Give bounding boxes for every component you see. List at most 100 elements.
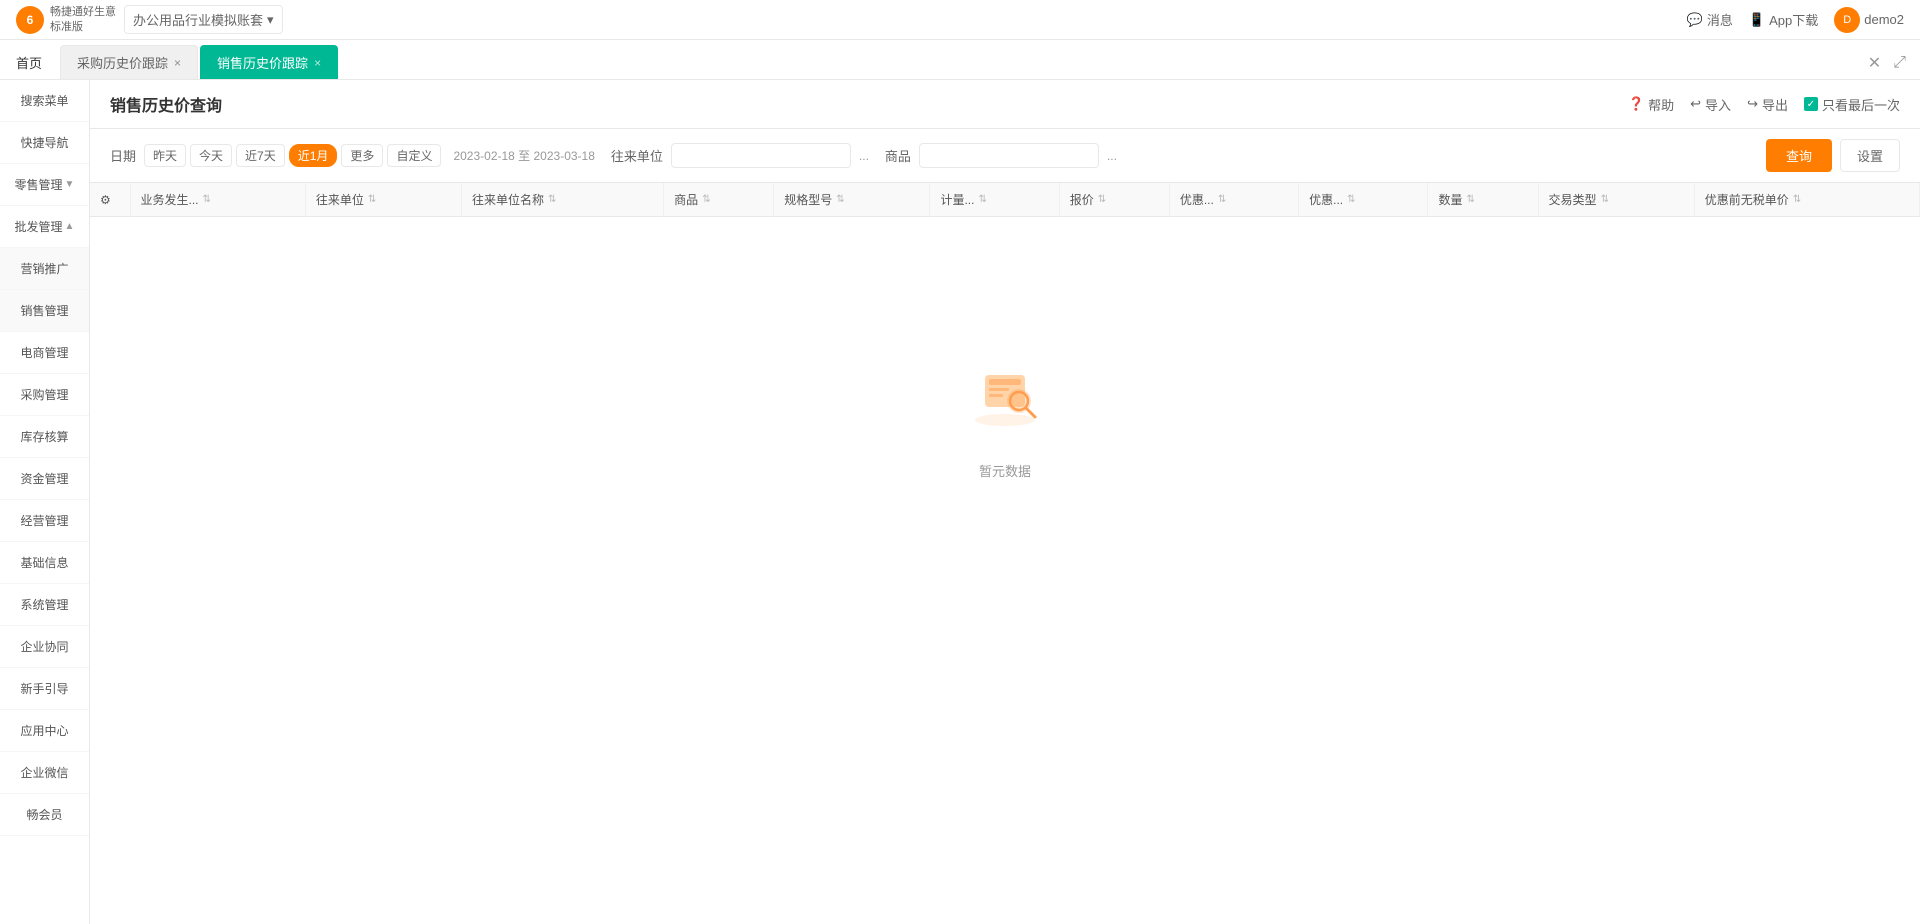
sort-icon-partner-code: ⇅ bbox=[368, 195, 376, 205]
sidebar-item-finance-mgmt[interactable]: 资金管理 bbox=[0, 458, 89, 500]
help-button[interactable]: ❓ 帮助 bbox=[1628, 95, 1674, 114]
data-table: ⚙ 业务发生... ⇅ 往来单位 ⇅ bbox=[90, 183, 1920, 217]
import-button[interactable]: ↩ 导入 bbox=[1690, 95, 1731, 114]
help-icon: ❓ bbox=[1628, 96, 1644, 112]
partner-input-group: ... bbox=[671, 143, 869, 168]
sidebar-item-operation-mgmt[interactable]: 经营管理 bbox=[0, 500, 89, 542]
export-icon: ↪ bbox=[1747, 96, 1758, 112]
message-icon: 💬 bbox=[1687, 12, 1703, 28]
sort-icon-discount2: ⇅ bbox=[1347, 195, 1355, 205]
date-btn-custom[interactable]: 自定义 bbox=[387, 144, 441, 167]
empty-illustration bbox=[965, 355, 1045, 435]
top-bar: 6 畅捷通好生意 标准版 办公用品行业模拟账套 ▾ 💬 消息 📱 App下载 D… bbox=[0, 0, 1920, 40]
table-header-biz-date[interactable]: 业务发生... ⇅ bbox=[130, 183, 305, 217]
sort-icon-spec: ⇅ bbox=[836, 195, 844, 205]
empty-icon bbox=[965, 355, 1045, 449]
tab-close-all-button[interactable]: ✕ bbox=[1866, 51, 1883, 75]
only-last-checkbox-label[interactable]: ✓ 只看最后一次 bbox=[1804, 95, 1900, 114]
sidebar-item-enterprise[interactable]: 企业协同 bbox=[0, 626, 89, 668]
table-header-discount2[interactable]: 优惠... ⇅ bbox=[1299, 183, 1428, 217]
table-header-gear[interactable]: ⚙ bbox=[90, 183, 130, 217]
sidebar-item-membership[interactable]: 畅会员 bbox=[0, 794, 89, 836]
partner-dots-button[interactable]: ... bbox=[859, 149, 869, 163]
only-last-checkbox[interactable]: ✓ bbox=[1804, 97, 1818, 111]
table-header-quote[interactable]: 报价 ⇅ bbox=[1059, 183, 1169, 217]
top-bar-right: 💬 消息 📱 App下载 D demo2 bbox=[1687, 7, 1904, 33]
sort-icon-product: ⇅ bbox=[702, 195, 710, 205]
sidebar: 搜索菜单 快捷导航 零售管理 ▼ 批发管理 ▲ 营销推广 销售管理 电商管理 采… bbox=[0, 80, 90, 924]
date-btn-today[interactable]: 今天 bbox=[190, 144, 232, 167]
table-header-pretax-price[interactable]: 优惠前无税单价 ⇅ bbox=[1694, 183, 1919, 217]
table-header-trade-type[interactable]: 交易类型 ⇅ bbox=[1538, 183, 1694, 217]
date-btn-yesterday[interactable]: 昨天 bbox=[144, 144, 186, 167]
logo-area: 6 畅捷通好生意 标准版 bbox=[16, 5, 116, 34]
chevron-down-icon: ▼ bbox=[65, 179, 75, 190]
page-header: 销售历史价查询 ❓ 帮助 ↩ 导入 ↪ 导出 ✓ 只看最后一次 bbox=[90, 80, 1920, 129]
sort-icon-unit: ⇅ bbox=[978, 195, 986, 205]
product-input[interactable] bbox=[919, 143, 1099, 168]
sort-icon-biz-date: ⇅ bbox=[203, 195, 211, 205]
date-btn-more[interactable]: 更多 bbox=[341, 144, 383, 167]
query-button[interactable]: 查询 bbox=[1766, 139, 1832, 172]
empty-state: 暂元数据 bbox=[90, 217, 1920, 617]
app-download-button[interactable]: 📱 App下载 bbox=[1749, 10, 1818, 29]
sidebar-item-ecommerce[interactable]: 电商管理 bbox=[0, 332, 89, 374]
content-area: 销售历史价查询 ❓ 帮助 ↩ 导入 ↪ 导出 ✓ 只看最后一次 bbox=[90, 80, 1920, 924]
product-input-group: ... bbox=[919, 143, 1117, 168]
sidebar-item-quick-nav[interactable]: 快捷导航 bbox=[0, 122, 89, 164]
product-dots-button[interactable]: ... bbox=[1107, 149, 1117, 163]
date-btn-7days[interactable]: 近7天 bbox=[236, 144, 285, 167]
user-menu[interactable]: D demo2 bbox=[1834, 7, 1904, 33]
sidebar-item-sales-mgmt[interactable]: 销售管理 bbox=[0, 290, 89, 332]
table-header-spec[interactable]: 规格型号 ⇅ bbox=[774, 183, 930, 217]
sidebar-item-retail-mgmt[interactable]: 零售管理 ▼ bbox=[0, 164, 89, 206]
sidebar-item-guide[interactable]: 新手引导 bbox=[0, 668, 89, 710]
empty-text: 暂元数据 bbox=[979, 461, 1031, 480]
table-header-discount1[interactable]: 优惠... ⇅ bbox=[1169, 183, 1298, 217]
date-btn-1month[interactable]: 近1月 bbox=[289, 144, 338, 167]
tab-purchase-history[interactable]: 采购历史价跟踪 × bbox=[60, 45, 198, 79]
chevron-up-icon: ▲ bbox=[65, 221, 75, 232]
download-icon: 📱 bbox=[1749, 12, 1765, 28]
product-filter-group: 商品 ... bbox=[885, 143, 1117, 168]
sidebar-item-app-center[interactable]: 应用中心 bbox=[0, 710, 89, 752]
table-header-quantity[interactable]: 数量 ⇅ bbox=[1428, 183, 1538, 217]
table-header-unit[interactable]: 计量... ⇅ bbox=[930, 183, 1059, 217]
tab-close-sales[interactable]: × bbox=[314, 56, 321, 70]
tab-close-purchase[interactable]: × bbox=[174, 56, 181, 70]
sort-icon-trade-type: ⇅ bbox=[1601, 195, 1609, 205]
app-selector[interactable]: 办公用品行业模拟账套 ▾ bbox=[124, 5, 283, 34]
partner-input[interactable] bbox=[671, 143, 851, 168]
filter-bar: 日期 昨天 今天 近7天 近1月 更多 自定义 2023-02-18 至 202… bbox=[90, 129, 1920, 183]
sidebar-item-wholesale-mgmt[interactable]: 批发管理 ▲ bbox=[0, 206, 89, 248]
sort-icon-quantity: ⇅ bbox=[1466, 195, 1474, 205]
sidebar-item-basic-info[interactable]: 基础信息 bbox=[0, 542, 89, 584]
page-header-actions: ❓ 帮助 ↩ 导入 ↪ 导出 ✓ 只看最后一次 bbox=[1628, 95, 1900, 114]
tab-sales-history[interactable]: 销售历史价跟踪 × bbox=[200, 45, 338, 79]
export-button[interactable]: ↪ 导出 bbox=[1747, 95, 1788, 114]
logo-text: 畅捷通好生意 标准版 bbox=[50, 5, 116, 34]
tab-maximize-button[interactable]: ⤢ bbox=[1891, 52, 1908, 74]
date-range-display: 2023-02-18 至 2023-03-18 bbox=[453, 147, 594, 164]
sidebar-item-purchase-mgmt[interactable]: 采购管理 bbox=[0, 374, 89, 416]
filter-actions: 查询 设置 bbox=[1766, 139, 1900, 172]
main-area: 搜索菜单 快捷导航 零售管理 ▼ 批发管理 ▲ 营销推广 销售管理 电商管理 采… bbox=[0, 80, 1920, 924]
table-header-product[interactable]: 商品 ⇅ bbox=[664, 183, 774, 217]
sidebar-item-marketing[interactable]: 营销推广 bbox=[0, 248, 89, 290]
partner-filter-group: 往来单位 ... bbox=[611, 143, 869, 168]
sidebar-item-system-mgmt[interactable]: 系统管理 bbox=[0, 584, 89, 626]
table-header-partner-name[interactable]: 往来单位名称 ⇅ bbox=[461, 183, 663, 217]
message-button[interactable]: 💬 消息 bbox=[1687, 10, 1733, 29]
tab-bar: 首页 采购历史价跟踪 × 销售历史价跟踪 × ✕ ⤢ bbox=[0, 40, 1920, 80]
sidebar-item-enterprise-wechat[interactable]: 企业微信 bbox=[0, 752, 89, 794]
sidebar-item-search-menu[interactable]: 搜索菜单 bbox=[0, 80, 89, 122]
setting-button[interactable]: 设置 bbox=[1840, 139, 1900, 172]
sidebar-item-inventory[interactable]: 库存核算 bbox=[0, 416, 89, 458]
date-filter-group: 日期 昨天 今天 近7天 近1月 更多 自定义 2023-02-18 至 202… bbox=[110, 144, 595, 167]
partner-filter-label: 往来单位 bbox=[611, 146, 663, 165]
date-buttons: 昨天 今天 近7天 近1月 更多 自定义 bbox=[144, 144, 441, 167]
top-bar-left: 6 畅捷通好生意 标准版 办公用品行业模拟账套 ▾ bbox=[16, 5, 283, 34]
chevron-down-icon: ▾ bbox=[267, 12, 274, 28]
table-header-partner-code[interactable]: 往来单位 ⇅ bbox=[305, 183, 461, 217]
tab-home[interactable]: 首页 bbox=[0, 45, 58, 79]
